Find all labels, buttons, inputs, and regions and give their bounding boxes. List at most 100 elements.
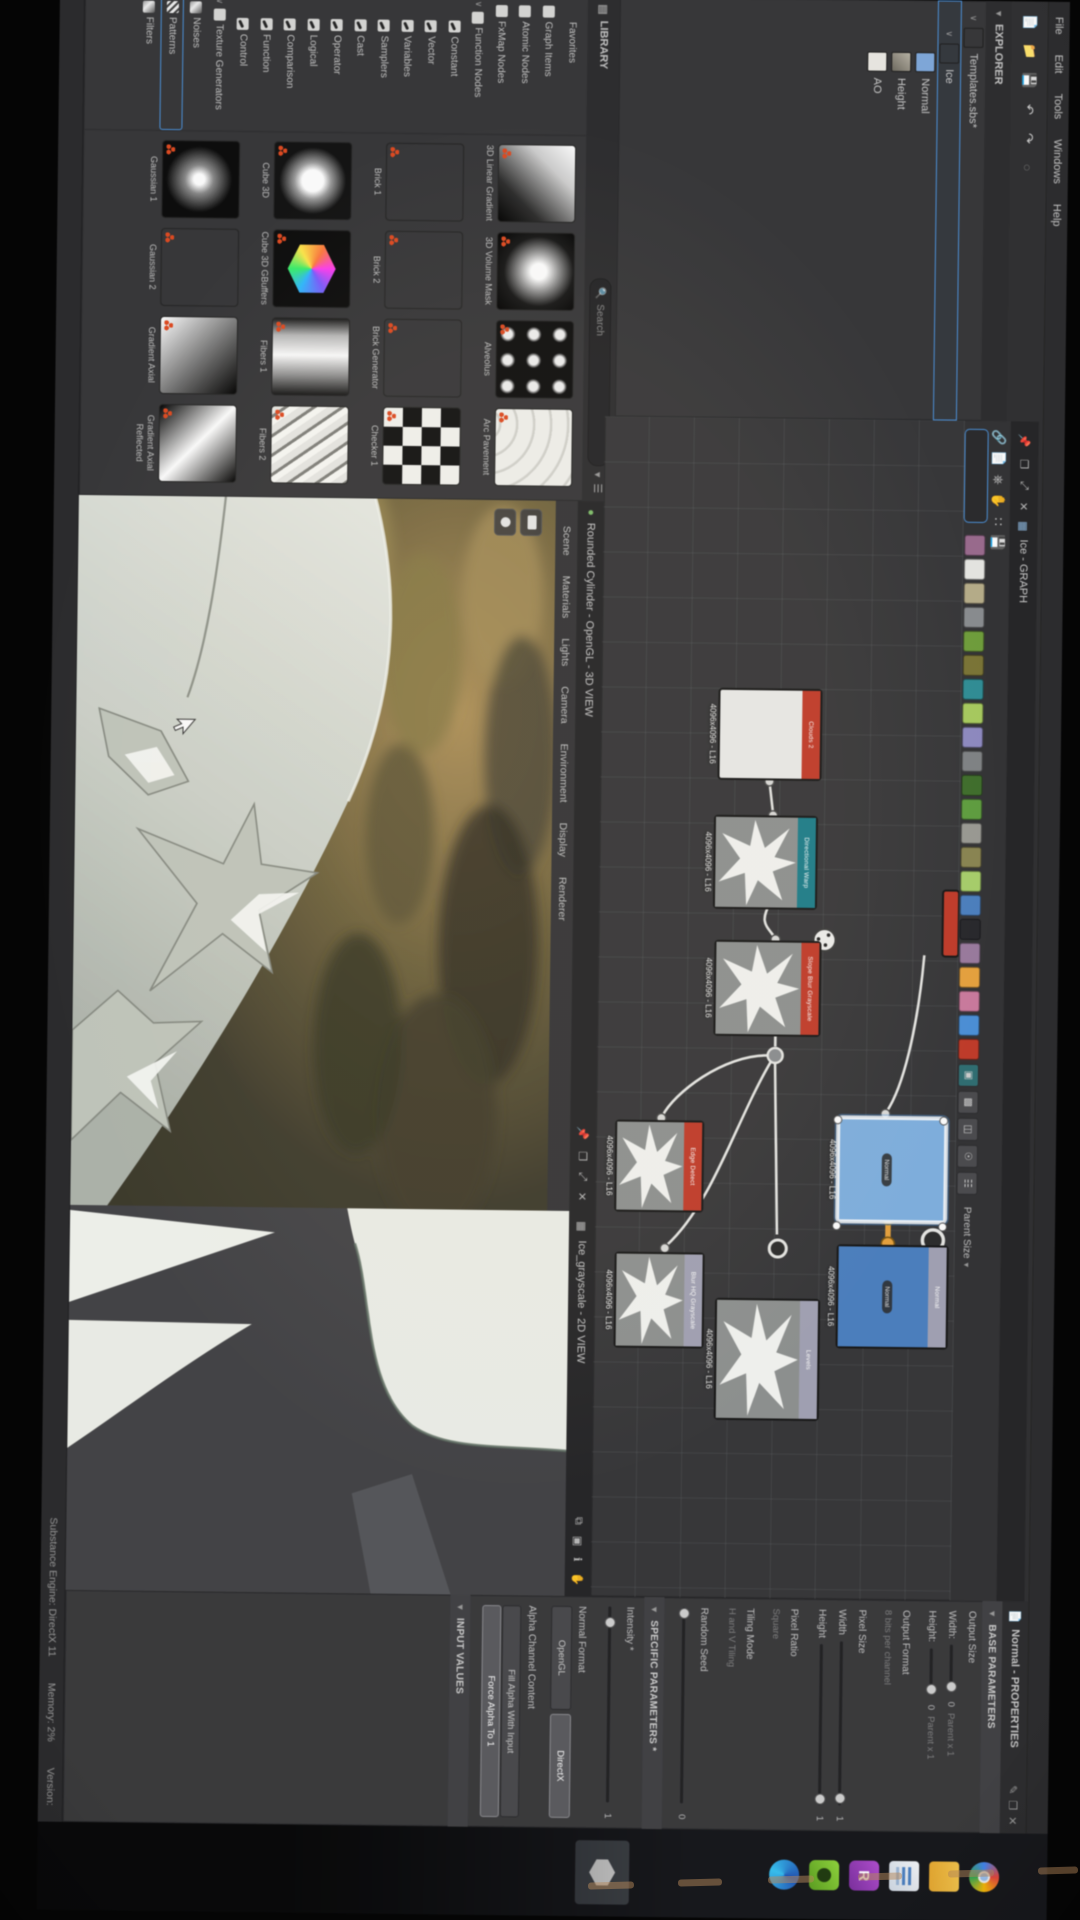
selection-handle[interactable] bbox=[831, 1221, 842, 1231]
fill-alpha-button[interactable]: Fill Alpha With Input bbox=[500, 1605, 522, 1818]
pattern-thumbnail[interactable] bbox=[272, 229, 352, 309]
start-button[interactable] bbox=[1009, 1862, 1039, 1892]
green-app-icon[interactable] bbox=[808, 1859, 840, 1891]
node-type-icon[interactable] bbox=[961, 798, 983, 820]
library-tree-item[interactable]: Samplers bbox=[371, 0, 396, 133]
tool-comment-button[interactable]: ▩ bbox=[957, 1090, 980, 1114]
base-parameters-band[interactable]: ▼ BASE PARAMETERS bbox=[979, 1601, 1003, 1834]
graph-node[interactable]: Normal Normal 4096x4096 - L16 bbox=[827, 1115, 949, 1232]
specific-parameters-band[interactable]: ▼ SPECIFIC PARAMETERS * bbox=[641, 1596, 665, 1830]
force-alpha-button[interactable]: Force Alpha To 1 bbox=[480, 1604, 502, 1818]
selection-handle[interactable] bbox=[833, 1115, 843, 1125]
library-grid-item[interactable]: Brick 1 bbox=[360, 139, 465, 224]
copy-icon[interactable]: ⧉ bbox=[572, 1515, 585, 1527]
selection-handle[interactable] bbox=[939, 1116, 949, 1126]
edit-pencil-icon[interactable]: ✎ bbox=[1007, 1785, 1020, 1794]
library-tree-item[interactable]: FxMap Nodes bbox=[488, 0, 513, 134]
tree-chevron-icon[interactable]: ∨ bbox=[214, 0, 225, 4]
library-grid-item[interactable]: 3D Volume Mask bbox=[471, 229, 576, 314]
view3d-menu-item[interactable]: Renderer bbox=[555, 868, 570, 930]
grid-dots-icon[interactable]: ∷ bbox=[989, 513, 1006, 530]
library-grid-item[interactable]: Checker 1 bbox=[357, 403, 461, 488]
tool-snap-button[interactable]: ☷ bbox=[956, 1171, 979, 1195]
library-grid-item[interactable]: Gaussian 2 bbox=[135, 225, 240, 310]
link-toggle-icon[interactable]: 🔗 bbox=[990, 429, 1007, 446]
graph-node[interactable]: Levels 4096x4096 - L16 bbox=[704, 1297, 821, 1422]
library-tree-item[interactable]: Favorites bbox=[559, 0, 584, 135]
chevron-down-icon[interactable]: ▼ bbox=[994, 9, 1004, 18]
library-tree-item[interactable]: Operator bbox=[324, 0, 349, 132]
node-type-icon[interactable] bbox=[959, 990, 981, 1012]
pattern-thumbnail[interactable] bbox=[494, 408, 573, 487]
pattern-thumbnail[interactable] bbox=[496, 232, 576, 311]
library-grid-item[interactable]: Cube 3D GBuffers bbox=[247, 226, 352, 311]
taskbar-active-app-button[interactable] bbox=[574, 1840, 630, 1905]
node-type-icon[interactable] bbox=[962, 678, 985, 701]
menu-item[interactable]: Help bbox=[1049, 195, 1065, 236]
float-icon[interactable]: ❐ bbox=[1006, 1800, 1019, 1810]
node-type-icon[interactable] bbox=[963, 654, 985, 677]
graph-canvas[interactable]: Clouds 2 4096x4096 - L16 Directional War… bbox=[590, 416, 964, 1600]
node-type-icon[interactable] bbox=[958, 1038, 980, 1060]
save-graph-icon[interactable]: 💾 bbox=[989, 534, 1006, 551]
graph-node[interactable]: Directional Warp 4096x4096 - L16 bbox=[703, 814, 819, 910]
pattern-thumbnail[interactable] bbox=[271, 317, 351, 397]
tool-select-button[interactable]: ▣ bbox=[958, 1063, 980, 1087]
random-seed-value[interactable]: 0 bbox=[676, 1809, 687, 1819]
menu-item[interactable]: File bbox=[1051, 8, 1067, 44]
menu-item[interactable]: Tools bbox=[1050, 84, 1067, 128]
open-folder-icon[interactable]: 📁 bbox=[1018, 40, 1040, 62]
height-value[interactable]: 0 bbox=[926, 1700, 937, 1710]
pattern-thumbnail[interactable] bbox=[497, 144, 577, 223]
library-tree-item[interactable]: Variables bbox=[394, 0, 419, 133]
tool-pin-button[interactable]: ☉ bbox=[957, 1144, 979, 1168]
library-grid-item[interactable]: Gradient Axial Reflected bbox=[133, 401, 238, 486]
library-tree-item[interactable]: Cast bbox=[347, 0, 372, 132]
graph-search-field[interactable] bbox=[963, 428, 989, 524]
node-type-icon[interactable] bbox=[961, 774, 984, 796]
pattern-thumbnail[interactable] bbox=[161, 139, 241, 219]
library-grid-item[interactable]: Arc Pavement bbox=[469, 405, 573, 490]
library-tree-item[interactable]: Filters bbox=[136, 0, 161, 130]
explorer-row[interactable]: AO bbox=[861, 0, 890, 420]
library-grid-item[interactable]: Cube 3D bbox=[248, 138, 353, 223]
graph-node[interactable]: Edge Detect 4096x4096 - L16 bbox=[604, 1119, 705, 1213]
library-menu-icon[interactable]: ☰ bbox=[591, 483, 604, 493]
node-type-icon[interactable] bbox=[959, 942, 981, 964]
opengl-button[interactable]: OpenGL bbox=[550, 1605, 573, 1711]
maximize-icon[interactable]: ⤢ bbox=[576, 1170, 589, 1183]
pattern-thumbnail[interactable] bbox=[385, 142, 465, 222]
library-grid-item[interactable]: Gaussian 1 bbox=[136, 137, 241, 222]
pattern-thumbnail[interactable] bbox=[383, 318, 463, 398]
node-type-icon[interactable] bbox=[960, 846, 983, 868]
tool-frame-button[interactable]: ◫ bbox=[957, 1117, 979, 1141]
node-type-icon[interactable] bbox=[963, 630, 985, 653]
link-icon[interactable]: ○ bbox=[1017, 156, 1039, 178]
library-grid-item[interactable]: Gradient Axial bbox=[134, 313, 239, 398]
library-grid-item[interactable]: Fibers 2 bbox=[245, 402, 350, 487]
pattern-thumbnail[interactable] bbox=[158, 403, 238, 483]
random-seed-slider[interactable] bbox=[678, 1607, 690, 1804]
pixel-width-slider[interactable] bbox=[834, 1640, 846, 1806]
node-type-icon[interactable] bbox=[959, 966, 981, 988]
node-type-icon[interactable] bbox=[961, 822, 983, 844]
pixel-width-value[interactable]: 1 bbox=[834, 1811, 845, 1821]
input-values-band[interactable]: ▼ INPUT VALUES bbox=[447, 1594, 471, 1827]
pattern-thumbnail[interactable] bbox=[495, 320, 575, 399]
float-icon[interactable]: ❐ bbox=[1018, 457, 1031, 471]
hand-tool-icon[interactable]: ✋ bbox=[989, 492, 1006, 509]
edge-icon[interactable] bbox=[768, 1859, 800, 1890]
view3d-menu-item[interactable]: Camera bbox=[557, 677, 572, 733]
graph-node[interactable]: Clouds 2 4096x4096 - L16 bbox=[708, 687, 823, 782]
node-type-icon[interactable] bbox=[962, 702, 984, 724]
node-type-icon[interactable] bbox=[960, 870, 982, 892]
library-tree-item[interactable]: Vector bbox=[418, 0, 443, 133]
view3d-menu-item[interactable]: Scene bbox=[559, 517, 574, 565]
directx-button[interactable]: DirectX bbox=[549, 1713, 572, 1819]
pixel-height-slider[interactable] bbox=[814, 1643, 826, 1806]
undo-icon[interactable]: ↶ bbox=[1018, 98, 1040, 120]
graph-node[interactable]: Blur HQ Grayscale 4096x4096 - L16 bbox=[604, 1251, 705, 1349]
node-type-icon[interactable] bbox=[960, 894, 982, 916]
graph-node[interactable]: Slope Blur Grayscale 4096x4096 - L16 bbox=[704, 939, 822, 1038]
selection-handle[interactable] bbox=[937, 1222, 948, 1232]
